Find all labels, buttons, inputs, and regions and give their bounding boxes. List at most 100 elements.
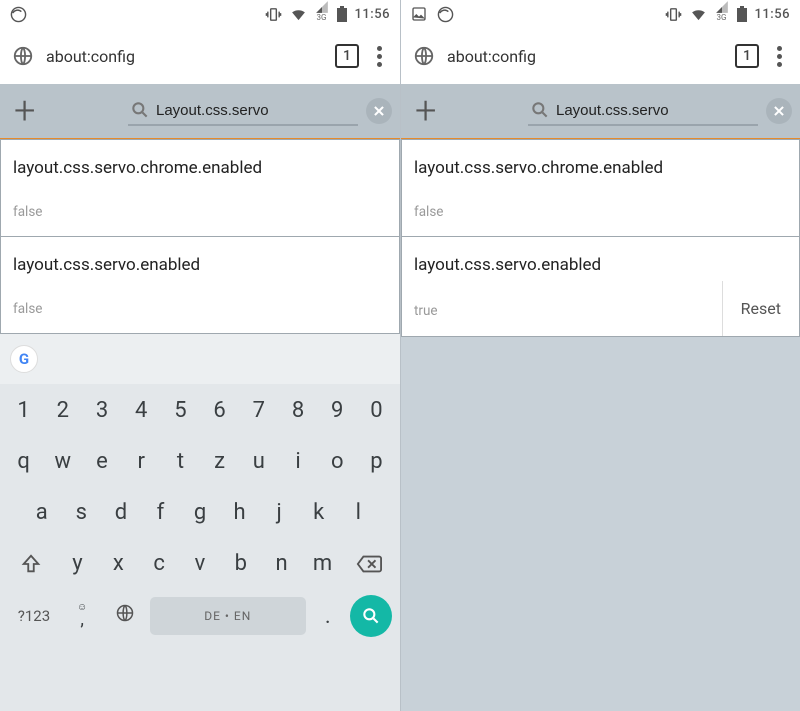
key[interactable]: m <box>302 543 343 584</box>
pref-item[interactable]: layout.css.servo.enabled true Reset <box>401 236 800 337</box>
signal-label: 3G <box>317 13 327 22</box>
pref-name: layout.css.servo.enabled <box>1 237 399 281</box>
key[interactable]: 5 <box>161 390 200 431</box>
enter-key[interactable] <box>350 595 392 637</box>
config-search-bar: + <box>0 84 400 140</box>
period-key[interactable]: . <box>310 596 346 637</box>
battery-icon <box>737 6 747 22</box>
key[interactable]: 9 <box>318 390 357 431</box>
pref-name: layout.css.servo.chrome.enabled <box>1 140 399 184</box>
key[interactable]: z <box>200 441 239 482</box>
key[interactable]: k <box>299 492 339 533</box>
menu-button[interactable] <box>371 42 388 71</box>
vibrate-icon <box>665 6 682 23</box>
key[interactable]: v <box>180 543 221 584</box>
url-text[interactable]: about:config <box>447 47 723 66</box>
key[interactable]: s <box>62 492 102 533</box>
key[interactable]: b <box>220 543 261 584</box>
key[interactable]: d <box>101 492 141 533</box>
vibrate-icon <box>265 6 282 23</box>
key[interactable]: n <box>261 543 302 584</box>
signal-icon <box>315 0 329 14</box>
pref-item[interactable]: layout.css.servo.chrome.enabled false <box>0 139 400 237</box>
battery-icon <box>337 6 347 22</box>
pref-item[interactable]: layout.css.servo.enabled false <box>0 236 400 334</box>
google-icon[interactable]: G <box>10 345 38 373</box>
key[interactable]: 2 <box>43 390 82 431</box>
search-box <box>528 96 758 126</box>
tab-count-button[interactable]: 1 <box>735 44 759 68</box>
globe-icon <box>413 45 435 67</box>
backspace-icon <box>356 554 382 574</box>
key[interactable]: 6 <box>200 390 239 431</box>
key[interactable]: 4 <box>122 390 161 431</box>
status-bar: 3G 11:56 <box>0 0 400 28</box>
keyboard-row-numbers: 1 2 3 4 5 6 7 8 9 0 <box>4 390 396 431</box>
keyboard-row-3: y x c v b n m <box>4 543 396 584</box>
wifi-icon <box>690 6 707 23</box>
backspace-key[interactable] <box>343 543 396 584</box>
key[interactable]: 7 <box>239 390 278 431</box>
search-icon <box>530 100 550 120</box>
key[interactable]: 1 <box>4 390 43 431</box>
key[interactable]: f <box>141 492 181 533</box>
search-input[interactable] <box>556 102 706 119</box>
image-icon <box>411 6 427 22</box>
key[interactable]: 3 <box>82 390 121 431</box>
firefox-icon <box>437 6 454 23</box>
search-icon <box>130 100 150 120</box>
reset-button[interactable]: Reset <box>722 281 799 336</box>
keyboard-suggestion-bar: G <box>0 334 400 384</box>
key[interactable]: g <box>180 492 220 533</box>
search-box <box>128 96 358 126</box>
key[interactable]: w <box>43 441 82 482</box>
menu-button[interactable] <box>771 42 788 71</box>
key[interactable]: 8 <box>278 390 317 431</box>
clear-search-button[interactable] <box>766 98 792 124</box>
globe-icon <box>115 603 135 623</box>
keyboard-row-1: q w e r t z u i o p <box>4 441 396 482</box>
key[interactable]: q <box>4 441 43 482</box>
keyboard-row-bottom: ?123 ☺ , DE • EN . <box>4 594 396 638</box>
pref-item[interactable]: layout.css.servo.chrome.enabled false <box>401 139 800 237</box>
clock: 11:56 <box>355 7 390 22</box>
pref-list: layout.css.servo.chrome.enabled false la… <box>401 140 800 337</box>
key[interactable]: r <box>122 441 161 482</box>
shift-key[interactable] <box>4 543 57 584</box>
pref-value: true <box>402 283 722 335</box>
status-bar: 3G 11:56 <box>401 0 800 28</box>
key[interactable]: x <box>98 543 139 584</box>
screenshot-left: 3G 11:56 about:config 1 + layout.css.ser… <box>0 0 400 711</box>
symbols-key[interactable]: ?123 <box>8 599 60 633</box>
pref-name: layout.css.servo.enabled <box>402 237 799 281</box>
key[interactable]: o <box>318 441 357 482</box>
key[interactable]: j <box>259 492 299 533</box>
key[interactable]: l <box>339 492 379 533</box>
tab-count-button[interactable]: 1 <box>335 44 359 68</box>
add-pref-button[interactable]: + <box>8 92 41 130</box>
language-key[interactable] <box>104 595 146 637</box>
add-pref-button[interactable]: + <box>409 92 442 130</box>
key[interactable]: u <box>239 441 278 482</box>
search-input[interactable] <box>156 102 306 119</box>
key[interactable]: t <box>161 441 200 482</box>
key[interactable]: a <box>22 492 62 533</box>
emoji-key[interactable]: ☺ , <box>64 594 100 638</box>
key[interactable]: h <box>220 492 260 533</box>
url-text[interactable]: about:config <box>46 47 323 66</box>
signal-label: 3G <box>717 13 727 22</box>
key[interactable]: 0 <box>357 390 396 431</box>
key[interactable]: p <box>357 441 396 482</box>
key[interactable]: e <box>82 441 121 482</box>
space-key[interactable]: DE • EN <box>150 597 306 635</box>
pref-value: false <box>402 184 799 236</box>
screenshot-right: 3G 11:56 about:config 1 + layout.css.ser… <box>400 0 800 711</box>
key[interactable]: i <box>278 441 317 482</box>
key[interactable]: y <box>57 543 98 584</box>
clear-search-button[interactable] <box>366 98 392 124</box>
pref-value: false <box>1 184 399 236</box>
search-icon <box>361 606 381 626</box>
firefox-icon <box>10 6 27 23</box>
close-icon <box>372 104 386 118</box>
key[interactable]: c <box>139 543 180 584</box>
